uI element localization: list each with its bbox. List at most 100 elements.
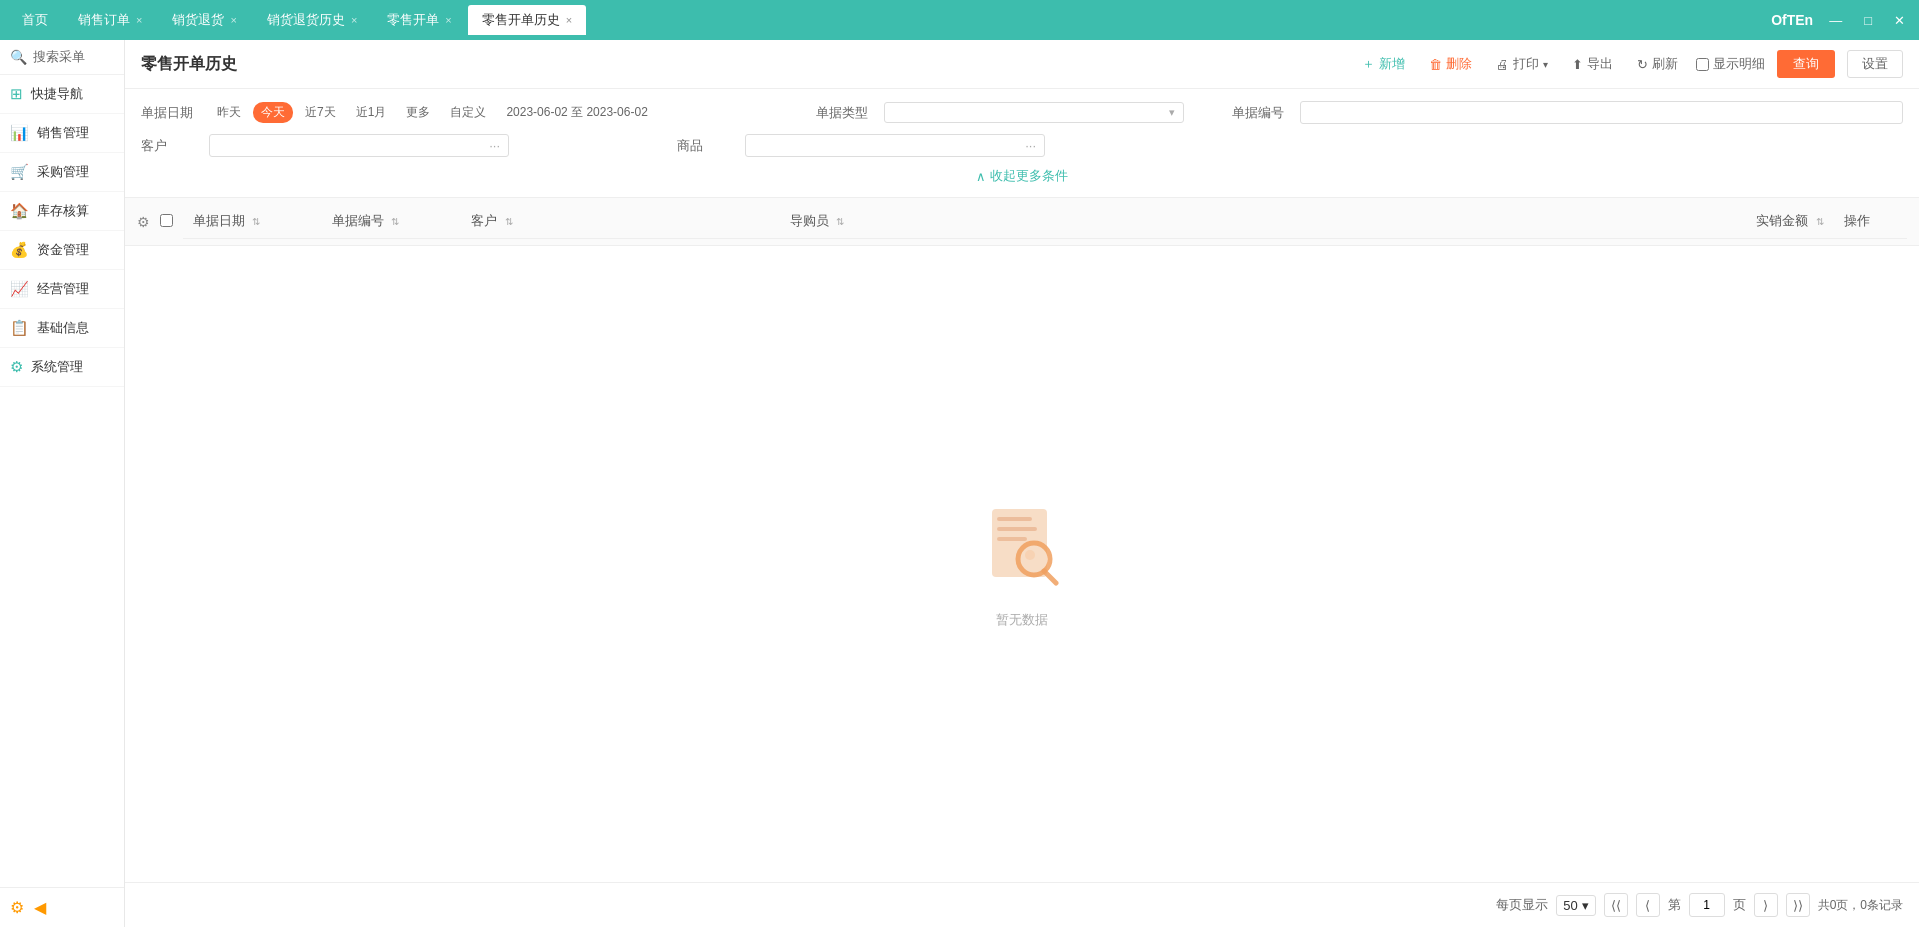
- refresh-icon: ↻: [1637, 57, 1648, 72]
- operations-mgmt-icon: 📈: [10, 280, 29, 298]
- date-range-display: 2023-06-02 至 2023-06-02: [506, 104, 647, 121]
- display-detail-checkbox[interactable]: 显示明细: [1696, 55, 1765, 73]
- refresh-button[interactable]: ↻ 刷新: [1631, 51, 1684, 77]
- tab-retail-open[interactable]: 零售开单 ×: [373, 5, 465, 35]
- page-next-btn[interactable]: ⟩: [1754, 893, 1778, 917]
- tab-sales-return[interactable]: 销货退货 ×: [158, 5, 250, 35]
- bottom-collapse-icon[interactable]: ◀: [34, 898, 46, 917]
- finance-mgmt-icon: 💰: [10, 241, 29, 259]
- svg-point-6: [1025, 550, 1035, 560]
- app-name: OfTEn: [1771, 12, 1813, 28]
- col-date: 单据日期 ⇅: [183, 204, 322, 239]
- date-opt-last1month[interactable]: 近1月: [348, 102, 395, 123]
- minimize-btn[interactable]: —: [1823, 13, 1848, 28]
- delete-icon: 🗑: [1429, 57, 1442, 72]
- customer-input[interactable]: [218, 138, 489, 153]
- print-button[interactable]: 🖨 打印 ▾: [1490, 51, 1554, 77]
- print-label: 打印: [1513, 55, 1539, 73]
- sidebar-item-base-info[interactable]: 📋 基础信息: [0, 309, 124, 348]
- toolbar: ＋ 新增 🗑 删除 🖨 打印 ▾ ⬆ 导出 ↻ 刷新: [1356, 50, 1903, 78]
- date-opt-more[interactable]: 更多: [398, 102, 438, 123]
- sidebar-search[interactable]: 🔍 搜索采单: [0, 40, 124, 75]
- settings-button[interactable]: 设置: [1847, 50, 1903, 78]
- maximize-btn[interactable]: □: [1858, 13, 1878, 28]
- per-page-select[interactable]: 50 ▾: [1556, 895, 1595, 916]
- sidebar-item-finance-mgmt-label: 资金管理: [37, 241, 89, 259]
- sidebar-item-sys-mgmt[interactable]: ⚙ 系统管理: [0, 348, 124, 387]
- close-btn[interactable]: ✕: [1888, 13, 1911, 28]
- page-prev-btn[interactable]: ⟨: [1636, 893, 1660, 917]
- table-gear-icon[interactable]: ⚙: [137, 214, 150, 230]
- date-opt-last7[interactable]: 近7天: [297, 102, 344, 123]
- date-options: 昨天 今天 近7天 近1月 更多 自定义: [209, 102, 494, 123]
- sidebar-item-purchase-mgmt[interactable]: 🛒 采购管理: [0, 153, 124, 192]
- add-button[interactable]: ＋ 新增: [1356, 51, 1411, 77]
- tab-retail-open-history-close[interactable]: ×: [566, 14, 572, 26]
- table-checkbox-wrap: [160, 214, 173, 230]
- add-label: 新增: [1379, 55, 1405, 73]
- tab-retail-open-close[interactable]: ×: [445, 14, 451, 26]
- empty-icon: [972, 499, 1072, 599]
- sidebar-item-operations-mgmt[interactable]: 📈 经营管理: [0, 270, 124, 309]
- tab-sales-return-history[interactable]: 销货退货历史 ×: [253, 5, 371, 35]
- date-opt-custom[interactable]: 自定义: [442, 102, 494, 123]
- tab-sales-return-history-label: 销货退货历史: [267, 11, 345, 29]
- collapse-arrow: ∧: [976, 169, 986, 184]
- tab-retail-open-history-label: 零售开单历史: [482, 11, 560, 29]
- goods-dots[interactable]: ···: [1025, 138, 1036, 153]
- date-label: 单据日期: [141, 104, 201, 122]
- sidebar-item-inventory[interactable]: 🏠 库存核算: [0, 192, 124, 231]
- empty-text: 暂无数据: [996, 611, 1048, 629]
- customer-input-wrap: ···: [209, 134, 509, 157]
- table-toolbar: ⚙ 单据日期 ⇅ 单据编号 ⇅: [125, 198, 1919, 246]
- sidebar-item-base-info-label: 基础信息: [37, 319, 89, 337]
- sidebar-search-label: 搜索采单: [33, 48, 85, 66]
- tab-sales-return-history-close[interactable]: ×: [351, 14, 357, 26]
- tab-home[interactable]: 首页: [8, 5, 62, 35]
- bottom-settings-icon[interactable]: ⚙: [10, 898, 24, 917]
- print-arrow: ▾: [1543, 59, 1548, 70]
- doc-no-input[interactable]: [1309, 105, 1894, 120]
- col-date-sort[interactable]: ⇅: [252, 216, 260, 227]
- sidebar-item-purchase-mgmt-label: 采购管理: [37, 163, 89, 181]
- sidebar-item-sales-mgmt-label: 销售管理: [37, 124, 89, 142]
- sidebar-item-quick-nav[interactable]: ⊞ 快捷导航: [0, 75, 124, 114]
- doc-type-label: 单据类型: [816, 104, 876, 122]
- query-button[interactable]: 查询: [1777, 50, 1835, 78]
- tab-sales-return-close[interactable]: ×: [230, 14, 236, 26]
- display-detail-input[interactable]: [1696, 58, 1709, 71]
- sidebar-item-quick-nav-label: 快捷导航: [31, 85, 83, 103]
- collapse-label: 收起更多条件: [990, 167, 1068, 185]
- col-salesperson-sort[interactable]: ⇅: [836, 216, 844, 227]
- col-amount-sort[interactable]: ⇅: [1816, 216, 1824, 227]
- page-number-input[interactable]: 1: [1689, 893, 1725, 917]
- col-customer-label: 客户: [471, 213, 497, 228]
- display-detail-label: 显示明细: [1713, 55, 1765, 73]
- date-opt-yesterday[interactable]: 昨天: [209, 102, 249, 123]
- doc-type-select[interactable]: ▾: [884, 102, 1184, 123]
- doc-no-label: 单据编号: [1232, 104, 1292, 122]
- table-header-only: 单据日期 ⇅ 单据编号 ⇅ 客户 ⇅: [183, 204, 1907, 239]
- sales-mgmt-icon: 📊: [10, 124, 29, 142]
- col-customer-sort[interactable]: ⇅: [505, 216, 513, 227]
- goods-input[interactable]: [754, 138, 1025, 153]
- main-layout: 🔍 搜索采单 ⊞ 快捷导航 📊 销售管理 🛒 采购管理 🏠 库存核算 💰 资金管…: [0, 40, 1919, 927]
- customer-dots[interactable]: ···: [489, 138, 500, 153]
- page-last-btn[interactable]: ⟩⟩: [1786, 893, 1810, 917]
- select-all-checkbox[interactable]: [160, 214, 173, 227]
- per-page-label: 每页显示: [1496, 896, 1548, 914]
- tab-sales-order-close[interactable]: ×: [136, 14, 142, 26]
- export-label: 导出: [1587, 55, 1613, 73]
- svg-rect-2: [997, 527, 1037, 531]
- col-no-sort[interactable]: ⇅: [391, 216, 399, 227]
- tab-retail-open-history[interactable]: 零售开单历史 ×: [468, 5, 586, 35]
- tab-sales-order[interactable]: 销售订单 ×: [64, 5, 156, 35]
- date-opt-today[interactable]: 今天: [253, 102, 293, 123]
- export-button[interactable]: ⬆ 导出: [1566, 51, 1619, 77]
- col-action: 操作: [1834, 204, 1907, 239]
- delete-button[interactable]: 🗑 删除: [1423, 51, 1478, 77]
- collapse-bar[interactable]: ∧ 收起更多条件: [141, 167, 1903, 185]
- sidebar-item-finance-mgmt[interactable]: 💰 资金管理: [0, 231, 124, 270]
- page-first-btn[interactable]: ⟨⟨: [1604, 893, 1628, 917]
- sidebar-item-sales-mgmt[interactable]: 📊 销售管理: [0, 114, 124, 153]
